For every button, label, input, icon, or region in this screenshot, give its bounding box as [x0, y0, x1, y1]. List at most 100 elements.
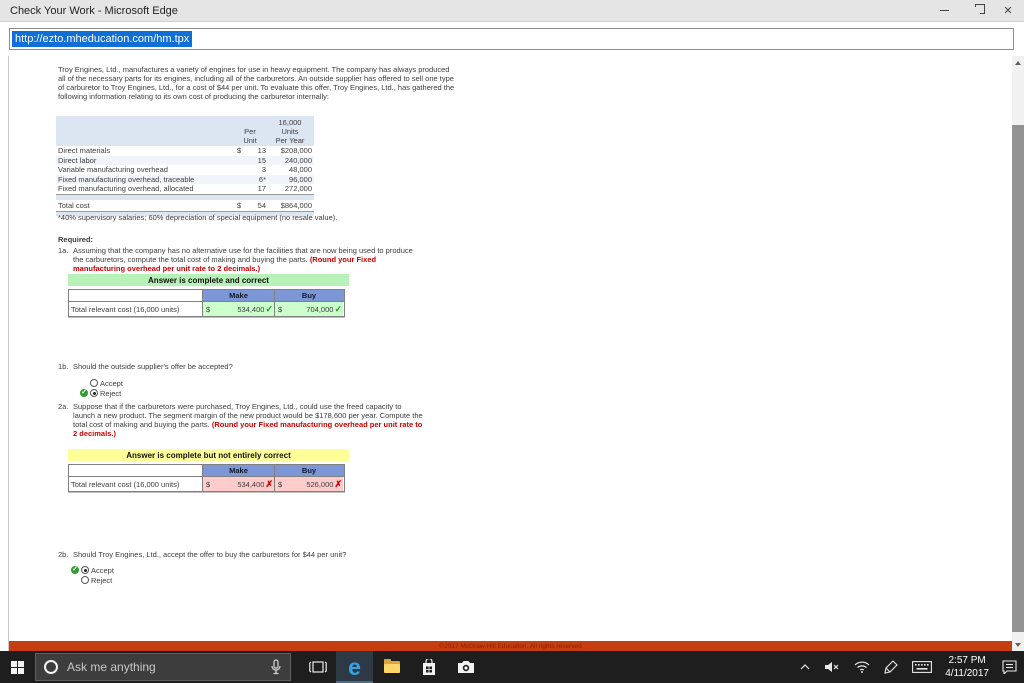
taskbar-edge-button[interactable]: e: [336, 651, 373, 683]
answer1-status-banner: Answer is complete and correct: [68, 274, 349, 286]
answer1-make-cell[interactable]: $ 534,400 ✓: [203, 302, 275, 316]
taskbar-store-button[interactable]: [410, 651, 447, 683]
camera-icon: [457, 661, 474, 673]
cost-header-units: Units: [281, 127, 299, 136]
windows-taskbar: Ask me anything e 2:57 PM 4/11/2017: [0, 651, 1024, 683]
total-row: Total cost $54 $864,000: [56, 199, 314, 211]
cost-header-units-count: 16,000: [278, 118, 302, 127]
taskbar-clock[interactable]: 2:57 PM 4/11/2017: [939, 654, 995, 680]
taskbar-file-explorer-button[interactable]: [373, 651, 410, 683]
scroll-down-icon: [1015, 642, 1021, 647]
windows-store-icon: [422, 658, 435, 675]
address-bar-row: http://ezto.mheducation.com/hm.tpx: [0, 22, 1024, 56]
correct-check-icon: ✓: [334, 303, 342, 314]
question-2a: 2a. Suppose that if the carburetors were…: [58, 402, 424, 438]
keyboard-icon: [912, 661, 933, 673]
taskbar-camera-button[interactable]: [447, 651, 484, 683]
column-header-buy: Buy: [301, 466, 317, 475]
answer2-table: Make Buy Total relevant cost (16,000 uni…: [68, 464, 345, 492]
footnote: *40% supervisory salaries; 60% depreciat…: [58, 213, 338, 222]
radio-option-accept[interactable]: Accept: [80, 378, 123, 388]
question-1a: 1a. Assuming that the company has no alt…: [58, 246, 424, 273]
correct-badge-icon: ✓: [80, 389, 88, 397]
cost-header-per-year: Per Year: [275, 136, 305, 145]
volume-muted-icon: [825, 662, 839, 672]
answer1-table-header: Make Buy: [69, 290, 344, 301]
correct-check-icon: ✓: [265, 303, 273, 314]
clock-date: 4/11/2017: [945, 668, 989, 679]
question-number: 2b.: [58, 550, 69, 559]
address-url-selected-text: http://ezto.mheducation.com/hm.tpx: [12, 31, 193, 47]
table-row: Direct materials $13 $208,000: [56, 146, 314, 156]
required-label: Required:: [58, 235, 94, 244]
radio-option-reject[interactable]: ✓ Reject: [80, 388, 123, 398]
chevron-up-icon: [800, 664, 810, 670]
search-placeholder-text: Ask me anything: [67, 660, 156, 674]
clock-time: 2:57 PM: [948, 655, 986, 666]
wifi-icon: [854, 661, 870, 673]
cost-header-unit: Unit: [243, 136, 257, 145]
radio-label: Reject: [91, 575, 113, 585]
table-row: Fixed manufacturing overhead, traceable …: [56, 174, 314, 184]
incorrect-cross-icon: ✗: [265, 478, 273, 489]
scroll-up-button[interactable]: [1012, 56, 1024, 69]
show-hidden-icons-button[interactable]: [793, 651, 817, 683]
answer2-buy-cell[interactable]: $ 526,000 ✗: [275, 477, 343, 491]
start-button[interactable]: [0, 651, 34, 683]
file-explorer-icon: [383, 659, 400, 673]
table-row: Variable manufacturing overhead 3 48,000: [56, 165, 314, 175]
answer2-data-row: Total relevant cost (16,000 units) $ 534…: [69, 476, 344, 491]
radio-button-selected[interactable]: [81, 566, 89, 574]
radio-button[interactable]: [90, 379, 98, 387]
incorrect-cross-icon: ✗: [334, 478, 342, 489]
restore-button[interactable]: [960, 0, 992, 22]
network-button[interactable]: [847, 651, 877, 683]
scroll-down-button[interactable]: [1012, 638, 1024, 651]
touch-keyboard-button[interactable]: [905, 651, 939, 683]
action-center-button[interactable]: [995, 651, 1024, 683]
action-center-icon: [1002, 660, 1017, 674]
question-2b-text: Should Troy Engines, Ltd., accept the of…: [73, 550, 347, 559]
answer1-data-row: Total relevant cost (16,000 units) $ 534…: [69, 301, 344, 316]
copyright-text: ©2017 McGraw-Hill Education. All rights …: [439, 642, 582, 650]
radio-button-selected[interactable]: [90, 389, 98, 397]
minimize-button[interactable]: [928, 0, 960, 22]
answer2-table-header: Make Buy: [69, 465, 344, 476]
volume-button[interactable]: [817, 651, 847, 683]
question-number: 1a.: [58, 246, 69, 255]
cost-table: 16,000 Per Units Unit Per Year Direct mate…: [56, 116, 314, 216]
answer1-table: Make Buy Total relevant cost (16,000 uni…: [68, 289, 345, 317]
question-number: 2a.: [58, 402, 69, 411]
row-label: Total relevant cost (16,000 units): [69, 477, 203, 491]
vertical-scrollbar[interactable]: [1012, 56, 1024, 651]
answer2-make-cell[interactable]: $ 534,400 ✗: [203, 477, 275, 491]
question-2b-options: ✓ Accept Reject: [71, 565, 114, 585]
radio-option-accept[interactable]: ✓ Accept: [71, 565, 114, 575]
close-button[interactable]: ✕: [992, 0, 1024, 22]
task-view-icon: [308, 661, 327, 673]
microphone-icon[interactable]: [270, 659, 282, 675]
scroll-up-icon: [1015, 60, 1021, 65]
windows-ink-button[interactable]: [877, 651, 905, 683]
scrollbar-thumb[interactable]: [1012, 125, 1024, 632]
minimize-icon: [939, 10, 949, 11]
taskbar-search-box[interactable]: Ask me anything: [35, 653, 291, 681]
problem-intro: Troy Engines, Ltd., manufactures a varie…: [58, 65, 455, 101]
address-input[interactable]: http://ezto.mheducation.com/hm.tpx: [9, 28, 1014, 50]
restore-icon: [972, 3, 985, 15]
radio-button[interactable]: [81, 576, 89, 584]
table-row: Fixed manufacturing overhead, allocated …: [56, 184, 314, 194]
question-1b-options: Accept ✓ Reject: [80, 378, 123, 398]
column-header-make: Make: [203, 290, 275, 301]
radio-option-reject[interactable]: Reject: [71, 575, 114, 585]
question-1b-text: Should the outside supplier's offer be a…: [73, 362, 233, 371]
column-header-make: Make: [203, 465, 275, 476]
row-label: Total relevant cost (16,000 units): [69, 302, 203, 316]
column-header-buy: Buy: [301, 291, 317, 300]
table-row: Direct labor 15 240,000: [56, 155, 314, 165]
radio-label: Accept: [100, 378, 123, 388]
answer1-buy-cell[interactable]: $ 704,000 ✓: [275, 302, 343, 316]
window-titlebar: Check Your Work - Microsoft Edge ✕: [0, 0, 1024, 22]
task-view-button[interactable]: [299, 651, 336, 683]
radio-label: Reject: [100, 388, 122, 398]
